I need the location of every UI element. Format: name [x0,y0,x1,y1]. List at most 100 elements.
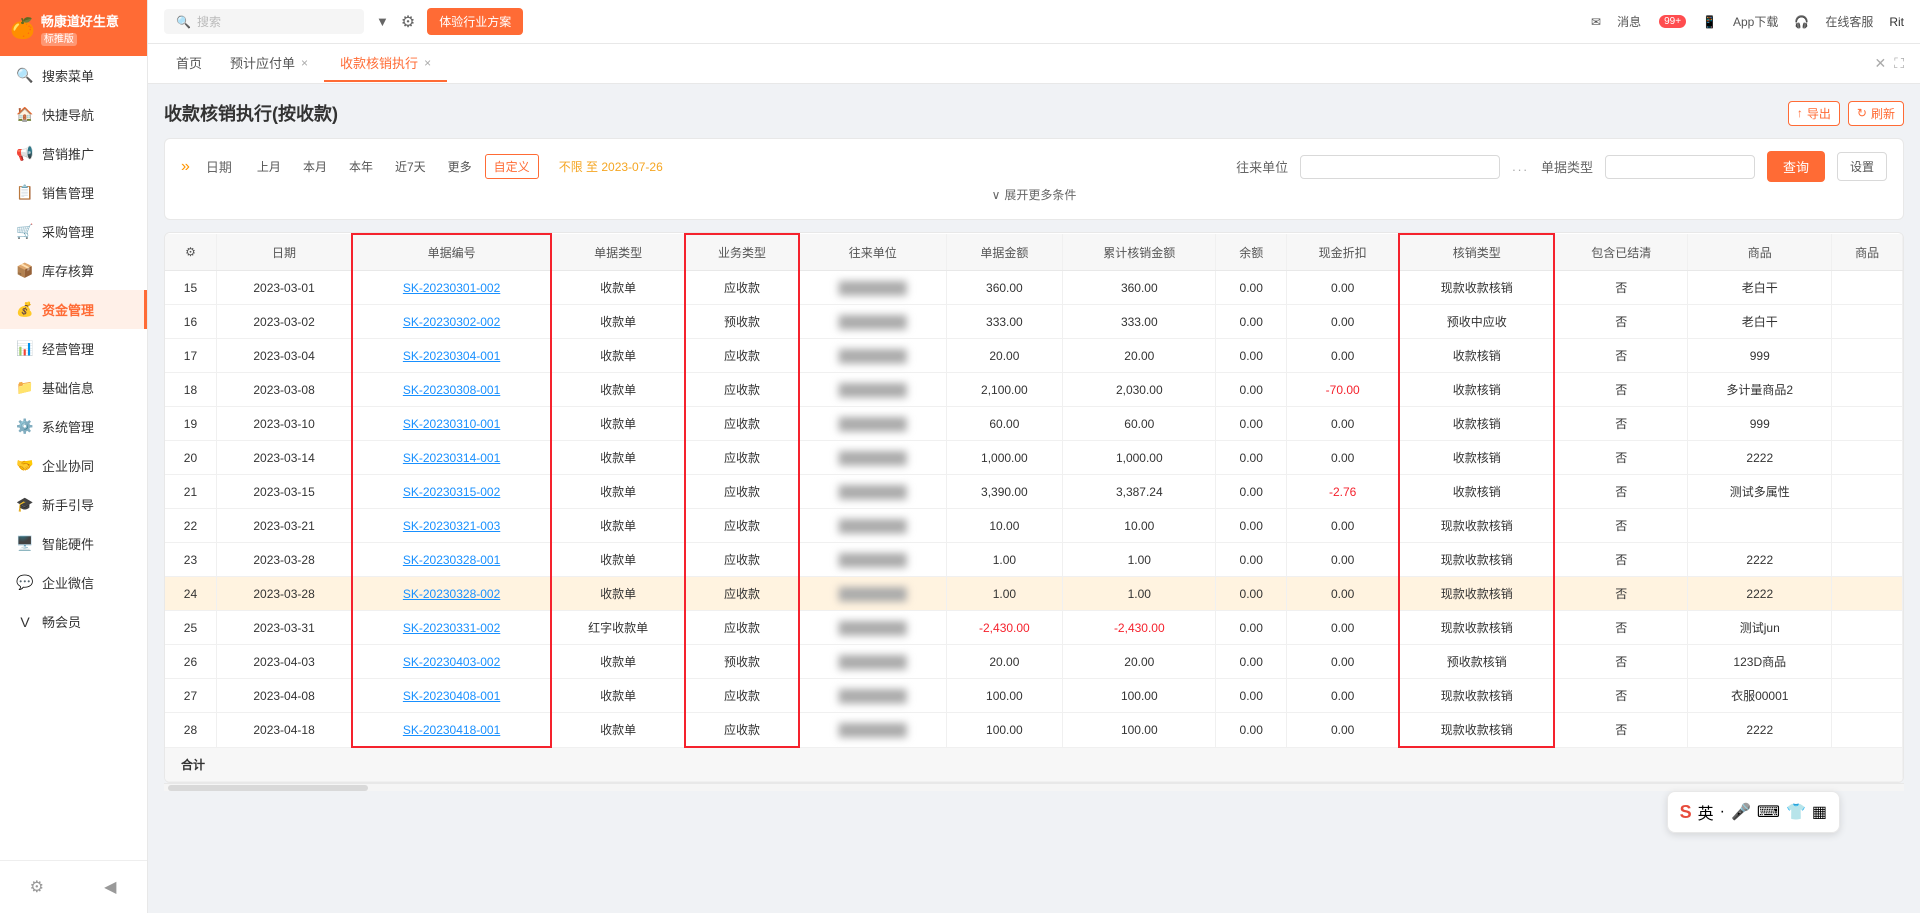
bill-no-link[interactable]: SK-20230304-001 [403,349,500,363]
cell-verified: 10.00 [1063,509,1216,543]
scrollbar-thumb[interactable] [168,785,368,791]
cell-cancel-type: 现款收款核销 [1399,577,1554,611]
cell-biz-type: 应收款 [685,509,799,543]
cell-amount: -2,430.00 [946,611,1063,645]
table-row: 26 2023-04-03 SK-20230403-002 收款单 预收款 ██… [165,645,1903,679]
cell-included: 否 [1554,373,1687,407]
tab-payment-close[interactable]: × [424,56,431,70]
sidebar-collapse-btn[interactable]: ◀ [74,869,148,905]
cell-goods2 [1832,271,1903,305]
cell-bill-no: SK-20230403-002 [352,645,551,679]
sidebar-item-sales[interactable]: 📋销售管理 [0,173,147,212]
cell-balance: 0.00 [1216,475,1287,509]
date-custom[interactable]: 自定义 [485,154,539,179]
sidebar-item-guide[interactable]: 🎓新手引导 [0,485,147,524]
export-btn[interactable]: ↑ 导出 [1788,101,1840,126]
cell-no: 16 [165,305,216,339]
cell-bill-type: 收款单 [551,305,685,339]
user-name[interactable]: Rit [1889,15,1904,29]
topbar-dropdown-icon[interactable]: ▼ [376,14,389,29]
table-row: 24 2023-03-28 SK-20230328-002 收款单 应收款 ██… [165,577,1903,611]
table-row: 15 2023-03-01 SK-20230301-002 收款单 应收款 ██… [165,271,1903,305]
date-last-month[interactable]: 上月 [248,154,290,179]
settings-btn[interactable]: 设置 [1837,152,1887,181]
sidebar-item-purchase[interactable]: 🛒采购管理 [0,212,147,251]
sidebar-item-marketing[interactable]: 📢营销推广 [0,134,147,173]
cell-included: 否 [1554,441,1687,475]
cell-discount: 0.00 [1287,407,1400,441]
cell-goods2 [1832,679,1903,713]
bill-no-link[interactable]: SK-20230314-001 [403,451,500,465]
bill-no-link[interactable]: SK-20230418-001 [403,723,500,737]
partner-blurred: ████████ [839,723,907,737]
filter-expand-arrow[interactable]: » [181,158,190,176]
bill-no-link[interactable]: SK-20230301-002 [403,281,500,295]
tab-home[interactable]: 首页 [164,45,214,82]
table-row: 17 2023-03-04 SK-20230304-001 收款单 应收款 ██… [165,339,1903,373]
bill-no-link[interactable]: SK-20230315-002 [403,485,500,499]
date-this-month[interactable]: 本月 [294,154,336,179]
cell-no: 15 [165,271,216,305]
topbar-search[interactable]: 🔍 搜索 [164,9,364,34]
col-goods2: 商品 [1832,234,1903,271]
cell-no: 27 [165,679,216,713]
bill-no-link[interactable]: SK-20230328-002 [403,587,500,601]
tab-preplan-close[interactable]: × [301,56,308,70]
date-7days[interactable]: 近7天 [386,154,435,179]
sidebar-item-corp[interactable]: 🤝企业协同 [0,446,147,485]
message-icon: ✉ [1591,15,1601,29]
bill-no-link[interactable]: SK-20230403-002 [403,655,500,669]
table-scrollbar[interactable] [164,783,1904,791]
sidebar-item-operation[interactable]: 📊经营管理 [0,329,147,368]
expand-bar[interactable]: ∨ 展开更多条件 [181,186,1887,203]
date-more[interactable]: 更多 [439,154,481,179]
bill-no-link[interactable]: SK-20230328-001 [403,553,500,567]
sidebar-item-inventory[interactable]: 📦库存核算 [0,251,147,290]
refresh-btn[interactable]: ↻ 刷新 [1848,101,1904,126]
sidebar-item-finance[interactable]: 💰资金管理 [0,290,147,329]
cell-cancel-type: 现款收款核销 [1399,543,1554,577]
bill-no-link[interactable]: SK-20230408-001 [403,689,500,703]
voucher-type-select[interactable] [1605,155,1755,179]
sidebar-item-hardware[interactable]: 🖥️智能硬件 [0,524,147,563]
query-btn[interactable]: 查询 [1767,151,1825,182]
sidebar-item-system[interactable]: ⚙️系统管理 [0,407,147,446]
industry-btn[interactable]: 体验行业方案 [427,8,523,35]
cell-verified: 3,387.24 [1063,475,1216,509]
bill-no-link[interactable]: SK-20230331-002 [403,621,500,635]
sidebar-settings-btn[interactable]: ⚙ [0,869,74,905]
cell-goods1: 2222 [1688,713,1832,748]
cell-goods1: 测试jun [1688,611,1832,645]
sidebar: 🍊 畅康道好生意 标推版 🔍搜索菜单🏠快捷导航📢营销推广📋销售管理🛒采购管理📦库… [0,0,148,913]
tab-payment[interactable]: 收款核销执行 × [324,45,447,82]
topbar-gear-icon[interactable]: ⚙ [401,12,415,32]
partner-blurred: ████████ [839,553,907,567]
partner-blurred: ████████ [839,315,907,329]
bill-no-link[interactable]: SK-20230308-001 [403,383,500,397]
col-amount: 单据金额 [946,234,1063,271]
sidebar-item-wechat[interactable]: 💬企业微信 [0,563,147,602]
close-window-icon[interactable]: ✕ [1874,55,1886,72]
cell-balance: 0.00 [1216,407,1287,441]
bill-no-link[interactable]: SK-20230321-003 [403,519,500,533]
date-this-year[interactable]: 本年 [340,154,382,179]
message-label[interactable]: 消息 [1617,13,1641,30]
service-label[interactable]: 在线客服 [1825,13,1873,30]
tab-preplan[interactable]: 预计应付单 × [214,45,324,82]
data-table: ⚙ 日期 单据编号 单据类型 业务类型 往来单位 单据金额 累计核销金额 余额 … [165,233,1903,782]
col-settings[interactable]: ⚙ [165,234,216,271]
sidebar-item-quick[interactable]: 🏠快捷导航 [0,95,147,134]
app-label[interactable]: App下载 [1733,13,1778,30]
bill-no-link[interactable]: SK-20230310-001 [403,417,500,431]
sidebar-item-search[interactable]: 🔍搜索菜单 [0,56,147,95]
maximize-icon[interactable]: ⛶ [1894,55,1904,72]
bill-no-link[interactable]: SK-20230302-002 [403,315,500,329]
cell-included: 否 [1554,713,1687,748]
cell-goods1 [1688,509,1832,543]
sidebar-item-member[interactable]: V畅会员 [0,602,147,641]
partner-input[interactable] [1300,155,1500,179]
cell-bill-type: 收款单 [551,645,685,679]
sidebar-item-basic[interactable]: 📁基础信息 [0,368,147,407]
sidebar-label-inventory: 库存核算 [42,261,94,280]
cell-bill-type: 红字收款单 [551,611,685,645]
